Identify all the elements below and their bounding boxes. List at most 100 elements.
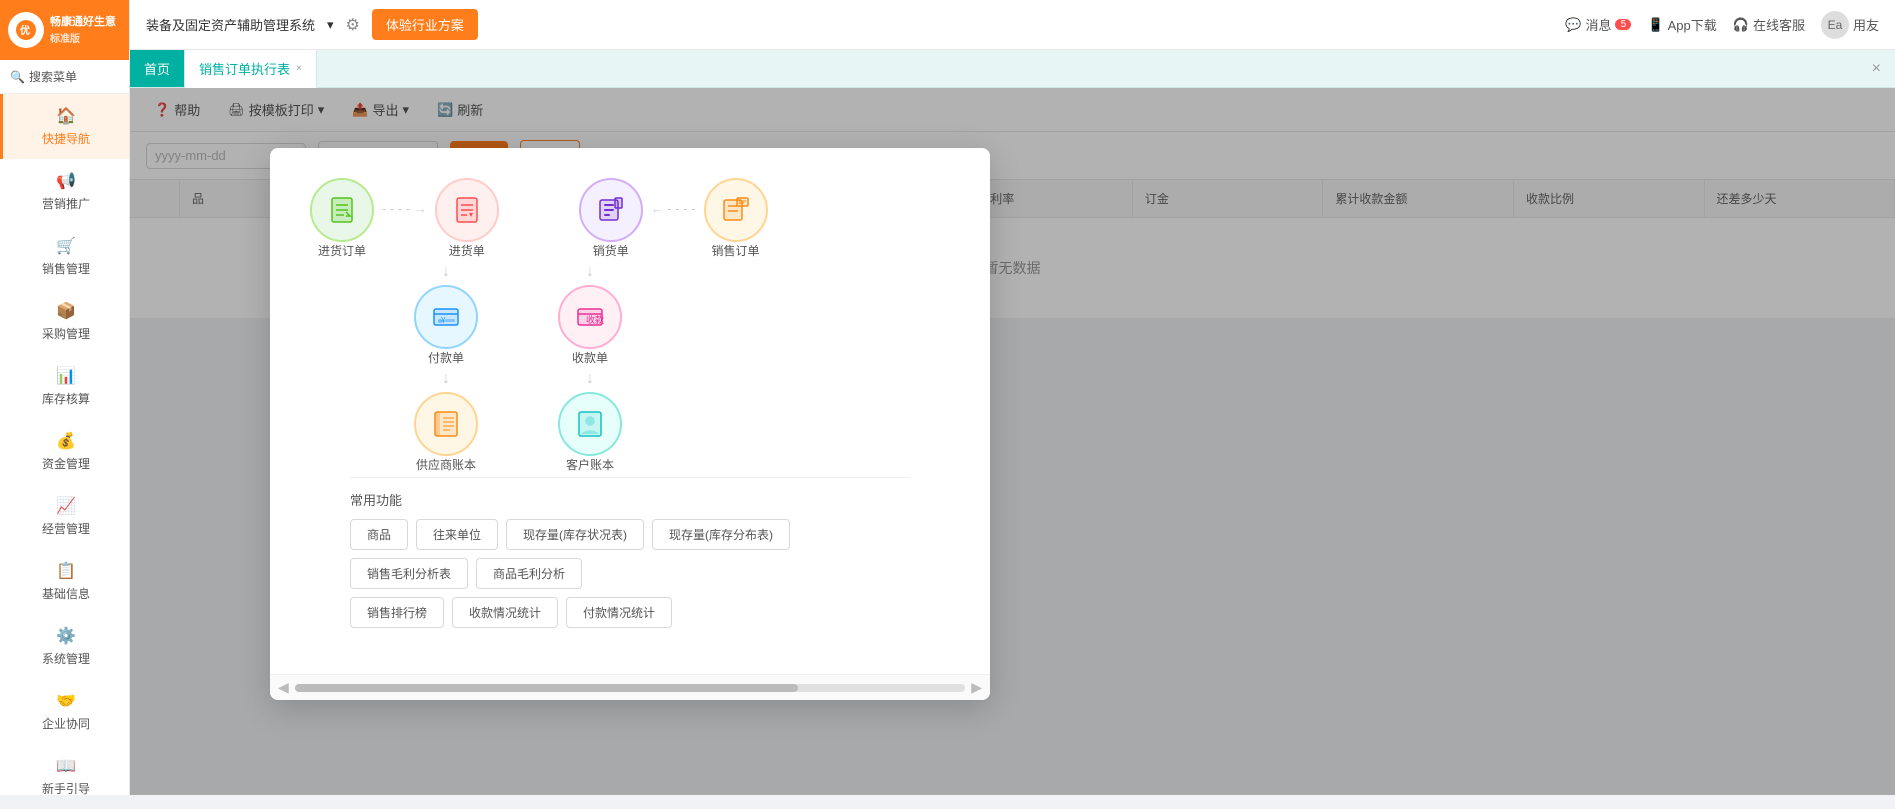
collab-icon: 🤝 bbox=[56, 691, 76, 711]
divider bbox=[350, 477, 910, 478]
main-area: 装备及固定资产辅助管理系统 ▾ ⚙ 体验行业方案 💬 消息 5 📱 App下载 … bbox=[130, 0, 1895, 795]
svg-text:¥: ¥ bbox=[440, 316, 446, 325]
app-logo: 优 畅康通好生意 标准版 bbox=[0, 0, 129, 60]
common-btn-wanglaidanwei[interactable]: 往来单位 bbox=[416, 519, 498, 550]
kehu-icon bbox=[558, 392, 622, 456]
common-btn-xiaoshou-maoli[interactable]: 销售毛利分析表 bbox=[350, 558, 468, 589]
xiaohuo-dan-icon bbox=[579, 178, 643, 242]
message-badge: 5 bbox=[1615, 19, 1631, 30]
flow-node-gongyingshang[interactable]: 供应商账本 bbox=[414, 392, 478, 473]
jinhuo-dingdan-icon bbox=[310, 178, 374, 242]
sidebar-item-operations[interactable]: 📈 经营管理 bbox=[0, 484, 129, 549]
gongyingshang-icon bbox=[414, 392, 478, 456]
user-name: 用友 bbox=[1853, 15, 1879, 34]
message-btn[interactable]: 💬 消息 5 bbox=[1565, 15, 1631, 34]
arrow-down-jinhuo: ↓ bbox=[414, 263, 478, 281]
sidebar: 优 畅康通好生意 标准版 🔍 搜索菜单 🏠 快捷导航 📢 营销推广 🛒 销售管理… bbox=[0, 0, 130, 795]
tab-sales-exec-label: 销售订单执行表 bbox=[199, 59, 290, 78]
sidebar-item-marketing[interactable]: 📢 营销推广 bbox=[0, 159, 129, 224]
flow-node-jinhuo-dingdan[interactable]: 进货订单 bbox=[310, 178, 374, 259]
sidebar-item-finance[interactable]: 💰 资金管理 bbox=[0, 419, 129, 484]
sidebar-item-purchase[interactable]: 📦 采购管理 bbox=[0, 289, 129, 354]
flow-node-jinhuo-dan[interactable]: 进货单 bbox=[435, 178, 499, 259]
flow-node-shoukuan-dan[interactable]: 收款 收款单 bbox=[558, 285, 622, 366]
chevron-down-icon: ▾ bbox=[327, 17, 334, 33]
sidebar-item-label-5: 资金管理 bbox=[42, 455, 90, 472]
topbar-right: 💬 消息 5 📱 App下载 🎧 在线客服 Ea 用友 bbox=[1565, 11, 1879, 39]
modal-body: 进货订单 - - - - → bbox=[270, 148, 990, 674]
flow-node-fukuan-dan[interactable]: ¥ 付款单 bbox=[414, 285, 478, 366]
jinhuo-dingdan-label: 进货订单 bbox=[318, 242, 366, 259]
sidebar-item-label-10: 新手引导 bbox=[42, 780, 90, 797]
gongyingshang-label: 供应商账本 bbox=[416, 456, 476, 473]
app-download-btn[interactable]: 📱 App下载 bbox=[1647, 15, 1716, 34]
common-btn-shangpin-maoli[interactable]: 商品毛利分析 bbox=[476, 558, 582, 589]
service-icon: 🎧 bbox=[1733, 17, 1749, 33]
sidebar-item-label-2: 销售管理 bbox=[42, 260, 90, 277]
tab-sales-exec[interactable]: 销售订单执行表 × bbox=[185, 50, 317, 88]
common-buttons-row-2: 销售排行榜 收款情况统计 付款情况统计 bbox=[350, 597, 910, 628]
common-btn-shoukuan-stat[interactable]: 收款情况统计 bbox=[452, 597, 558, 628]
finance-icon: 💰 bbox=[56, 431, 76, 451]
sidebar-item-label-6: 经营管理 bbox=[42, 520, 90, 537]
common-btn-xiancunliang-1[interactable]: 现存量(库存状况表) bbox=[506, 519, 644, 550]
sidebar-item-label-1: 营销推广 bbox=[42, 195, 90, 212]
scroll-right-icon[interactable]: ▶ bbox=[971, 679, 982, 696]
sidebar-item-quick-nav[interactable]: 🏠 快捷导航 bbox=[0, 94, 129, 159]
tab-close-all[interactable]: × bbox=[1858, 50, 1895, 87]
flow-node-xiaoshou-dingdan[interactable]: 销售订单 bbox=[704, 178, 768, 259]
search-menu[interactable]: 🔍 搜索菜单 bbox=[0, 60, 129, 94]
sidebar-item-label-3: 采购管理 bbox=[42, 325, 90, 342]
tabbar: 首页 销售订单执行表 × × bbox=[130, 50, 1895, 88]
flow-node-kehu-zhangben[interactable]: 客户账本 bbox=[558, 392, 622, 473]
xiaoshou-dingdan-label: 销售订单 bbox=[712, 242, 760, 259]
sidebar-item-label-8: 系统管理 bbox=[42, 650, 90, 667]
fukuan-dan-label: 付款单 bbox=[428, 349, 464, 366]
modal-overlay[interactable]: 进货订单 - - - - → bbox=[130, 88, 1895, 795]
fukuan-dan-icon: ¥ bbox=[414, 285, 478, 349]
system-title: 装备及固定资产辅助管理系统 bbox=[146, 15, 315, 34]
home-icon: 🏠 bbox=[56, 106, 76, 126]
common-buttons-row-1: 商品 往来单位 现存量(库存状况表) 现存量(库存分布表) 销售毛利分析表 商品… bbox=[350, 519, 910, 589]
common-btn-shangpin[interactable]: 商品 bbox=[350, 519, 408, 550]
sidebar-item-guide[interactable]: 📖 新手引导 bbox=[0, 744, 129, 809]
svg-text:收款: 收款 bbox=[586, 314, 604, 325]
purchase-icon: 📦 bbox=[56, 301, 76, 321]
common-functions: 常用功能 商品 往来单位 现存量(库存状况表) 现存量(库存分布表) 销售毛利分… bbox=[310, 490, 950, 644]
user-menu[interactable]: Ea 用友 bbox=[1821, 11, 1879, 39]
common-btn-xiancunliang-2[interactable]: 现存量(库存分布表) bbox=[652, 519, 790, 550]
marketing-icon: 📢 bbox=[56, 171, 76, 191]
shoukuan-dan-icon: 收款 bbox=[558, 285, 622, 349]
tab-close-icon[interactable]: × bbox=[296, 63, 302, 74]
system-dropdown[interactable]: ▾ bbox=[327, 17, 334, 33]
settings-icon[interactable]: ⚙ bbox=[346, 15, 360, 35]
sidebar-item-collab[interactable]: 🤝 企业协同 bbox=[0, 679, 129, 744]
shoukuan-dan-label: 收款单 bbox=[572, 349, 608, 366]
arrow-down-shoukuan: ↓ bbox=[558, 370, 622, 388]
sidebar-item-label-4: 库存核算 bbox=[42, 390, 90, 407]
message-label: 消息 bbox=[1585, 15, 1611, 34]
tab-home[interactable]: 首页 bbox=[130, 50, 185, 87]
online-service-btn[interactable]: 🎧 在线客服 bbox=[1733, 15, 1805, 34]
quick-nav-modal: 进货订单 - - - - → bbox=[270, 148, 990, 700]
kehu-label: 客户账本 bbox=[566, 456, 614, 473]
flow-node-xiaohuo-dan[interactable]: 销货单 bbox=[579, 178, 643, 259]
sidebar-item-label-0: 快捷导航 bbox=[42, 130, 90, 147]
experience-btn[interactable]: 体验行业方案 bbox=[372, 9, 478, 40]
sidebar-item-basic-info[interactable]: 📋 基础信息 bbox=[0, 549, 129, 614]
jinhuo-dan-label: 进货单 bbox=[449, 242, 485, 259]
user-avatar: Ea bbox=[1821, 11, 1849, 39]
common-btn-fukuan-stat[interactable]: 付款情况统计 bbox=[566, 597, 672, 628]
search-menu-label: 搜索菜单 bbox=[29, 68, 77, 85]
scrollbar-track[interactable] bbox=[295, 684, 965, 692]
basic-info-icon: 📋 bbox=[56, 561, 76, 581]
arrow-right-1: - - - - → bbox=[382, 201, 427, 216]
guide-icon: 📖 bbox=[56, 756, 76, 776]
sidebar-item-sales[interactable]: 🛒 销售管理 bbox=[0, 224, 129, 289]
common-btn-xiaoshou-rank[interactable]: 销售排行榜 bbox=[350, 597, 444, 628]
sidebar-item-label-9: 企业协同 bbox=[42, 715, 90, 732]
sidebar-item-inventory[interactable]: 📊 库存核算 bbox=[0, 354, 129, 419]
scroll-left-icon[interactable]: ◀ bbox=[278, 679, 289, 696]
sidebar-item-system[interactable]: ⚙️ 系统管理 bbox=[0, 614, 129, 679]
flow-diagram: 进货订单 - - - - → bbox=[310, 178, 950, 473]
